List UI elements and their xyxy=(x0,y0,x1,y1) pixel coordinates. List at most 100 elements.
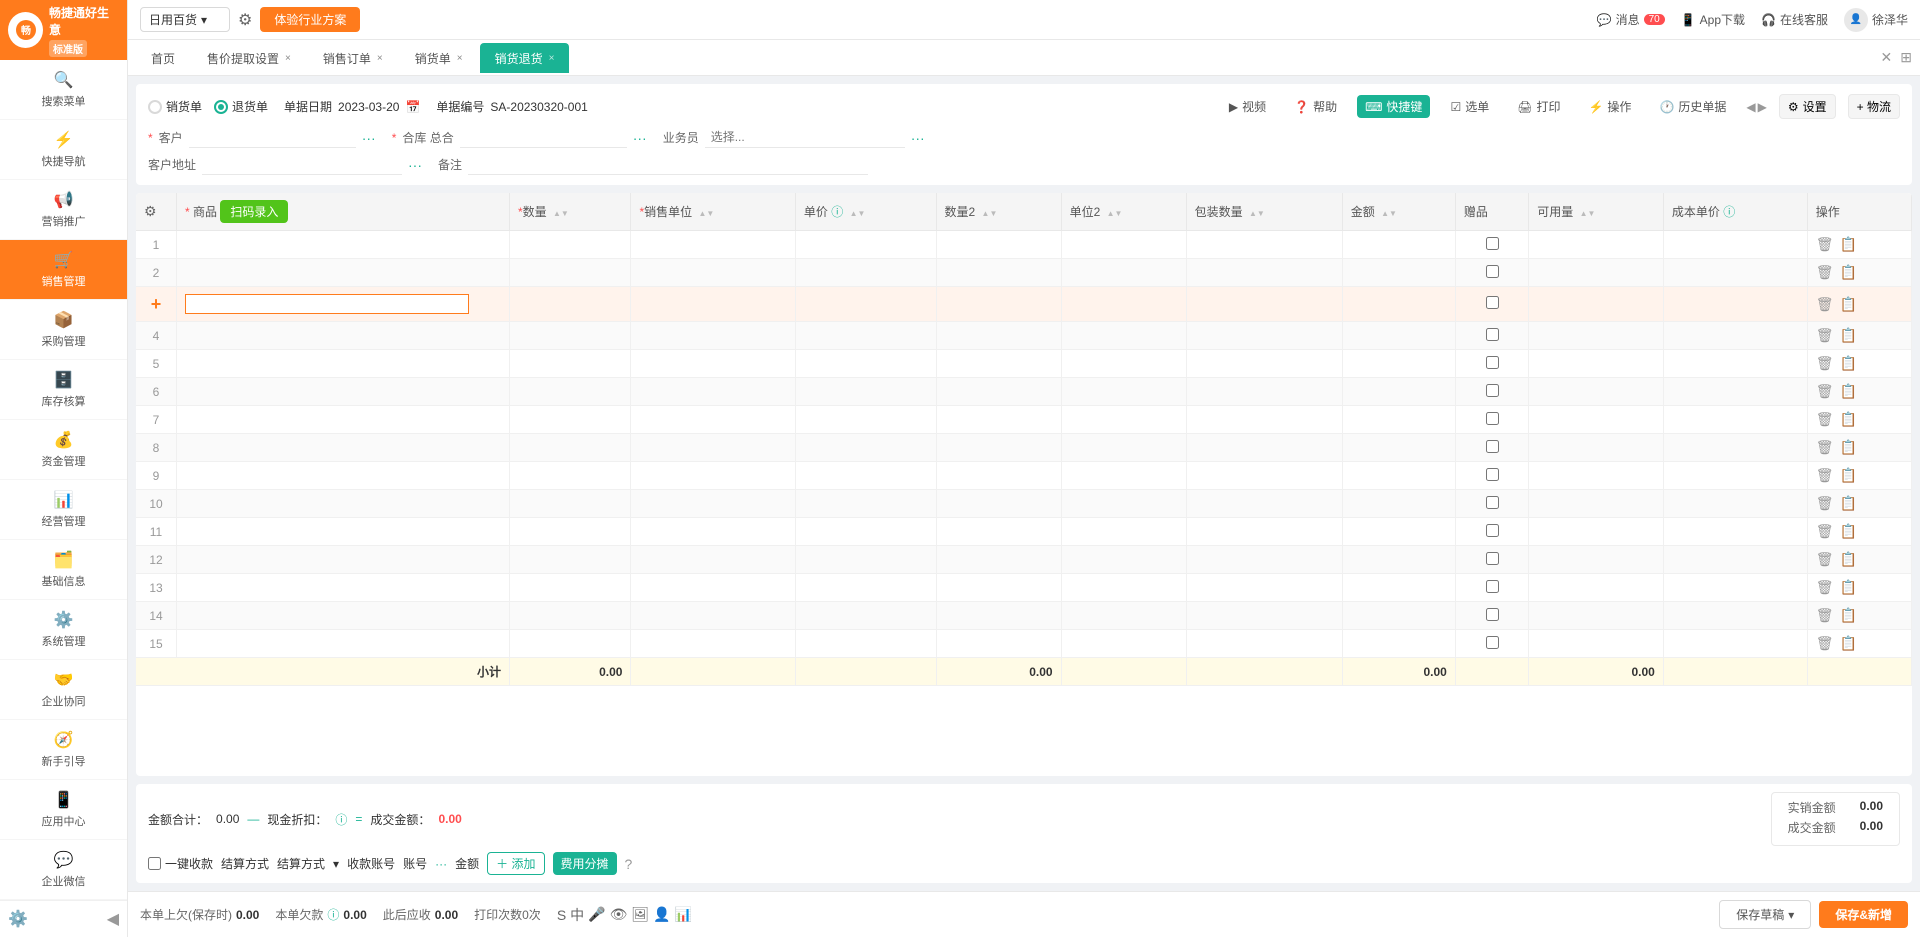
delete-row-button[interactable]: 🗑 xyxy=(1816,635,1834,652)
available-cell[interactable] xyxy=(1529,231,1664,259)
scan-button[interactable]: 扫码录入 xyxy=(220,200,288,223)
qty-cell[interactable] xyxy=(509,434,630,462)
amount-cell[interactable] xyxy=(1342,574,1455,602)
user-menu[interactable]: 👤 徐泽华 xyxy=(1844,8,1908,32)
fee-split-button[interactable]: 费用分摊 xyxy=(553,852,617,875)
unit2-cell[interactable] xyxy=(1061,490,1186,518)
unit2-cell[interactable] xyxy=(1061,350,1186,378)
radio-sales[interactable]: 销货单 xyxy=(148,98,202,115)
sidebar-item-marketing[interactable]: 📢 营销推广 xyxy=(0,180,127,240)
cost-cell[interactable] xyxy=(1663,259,1807,287)
qty2-cell[interactable] xyxy=(936,406,1061,434)
unit-cell[interactable] xyxy=(631,322,795,350)
unit-cell[interactable] xyxy=(631,434,795,462)
delete-row-button[interactable]: 🗑 xyxy=(1816,495,1834,512)
qty2-sort[interactable]: ▲▼ xyxy=(982,209,998,218)
gift-checkbox[interactable] xyxy=(1486,384,1499,397)
product-cell[interactable] xyxy=(177,378,510,406)
packqty-cell[interactable] xyxy=(1186,287,1342,322)
sidebar-item-inventory[interactable]: 🗄️ 库存核算 xyxy=(0,360,127,420)
price-cell[interactable] xyxy=(795,259,936,287)
packqty-cell[interactable] xyxy=(1186,434,1342,462)
sidebar-settings-btn[interactable]: ⚙️ xyxy=(8,909,28,929)
gift-cell[interactable] xyxy=(1455,546,1528,574)
amount-cell[interactable] xyxy=(1342,406,1455,434)
cost-cell[interactable] xyxy=(1663,434,1807,462)
trial-button[interactable]: 体验行业方案 xyxy=(260,7,360,32)
add-row-button[interactable]: + xyxy=(144,292,168,316)
unit-cell[interactable] xyxy=(631,287,795,322)
unit-cell[interactable] xyxy=(631,602,795,630)
copy-row-button[interactable]: 📋 xyxy=(1839,411,1856,428)
copy-row-button[interactable]: 📋 xyxy=(1839,264,1856,281)
available-cell[interactable] xyxy=(1529,574,1664,602)
footer-icon-mic[interactable]: 🎤 xyxy=(588,906,605,923)
qty-cell[interactable] xyxy=(509,322,630,350)
qty-cell[interactable] xyxy=(509,350,630,378)
gift-checkbox[interactable] xyxy=(1486,412,1499,425)
unit-cell[interactable] xyxy=(631,546,795,574)
qty-cell[interactable] xyxy=(509,259,630,287)
help-button[interactable]: ❓ 帮助 xyxy=(1286,95,1345,118)
qty-cell[interactable] xyxy=(509,602,630,630)
gift-cell[interactable] xyxy=(1455,406,1528,434)
delete-row-button[interactable]: 🗑 xyxy=(1816,439,1834,456)
sidebar-item-search[interactable]: 🔍 搜索菜单 xyxy=(0,60,127,120)
amount-sort[interactable]: ▲▼ xyxy=(1381,209,1397,218)
gift-checkbox[interactable] xyxy=(1486,328,1499,341)
copy-row-button[interactable]: 📋 xyxy=(1839,607,1856,624)
qty2-cell[interactable] xyxy=(936,231,1061,259)
delete-row-button[interactable]: 🗑 xyxy=(1816,523,1834,540)
question-mark-button[interactable]: ? xyxy=(625,856,633,872)
unit2-cell[interactable] xyxy=(1061,602,1186,630)
qty2-cell[interactable] xyxy=(936,287,1061,322)
footer-icon-eye[interactable]: 👁 xyxy=(610,906,628,923)
product-cell[interactable] xyxy=(177,322,510,350)
gift-cell[interactable] xyxy=(1455,322,1528,350)
tab-price-settings[interactable]: 售价提取设置 × xyxy=(192,43,306,73)
price-cell[interactable] xyxy=(795,434,936,462)
calendar-icon[interactable]: 📅 xyxy=(405,100,420,114)
delete-row-button[interactable]: 🗑 xyxy=(1816,607,1834,624)
price-cell[interactable] xyxy=(795,574,936,602)
qty2-cell[interactable] xyxy=(936,259,1061,287)
delete-row-button[interactable]: 🗑 xyxy=(1816,579,1834,596)
maximize-tab-button[interactable]: ⊞ xyxy=(1900,49,1912,66)
qty2-cell[interactable] xyxy=(936,574,1061,602)
gift-checkbox[interactable] xyxy=(1486,296,1499,309)
gift-cell[interactable] xyxy=(1455,462,1528,490)
unit-cell[interactable] xyxy=(631,350,795,378)
one-key-checkbox[interactable] xyxy=(148,857,161,870)
pack-sort[interactable]: ▲▼ xyxy=(1249,209,1265,218)
qty2-cell[interactable] xyxy=(936,602,1061,630)
amount-cell[interactable] xyxy=(1342,350,1455,378)
sidebar-item-enterprise[interactable]: 🤝 企业协同 xyxy=(0,660,127,720)
price-cell[interactable] xyxy=(795,231,936,259)
gift-checkbox[interactable] xyxy=(1486,468,1499,481)
cost-cell[interactable] xyxy=(1663,602,1807,630)
copy-row-button[interactable]: 📋 xyxy=(1839,236,1856,253)
gift-cell[interactable] xyxy=(1455,378,1528,406)
amount-cell[interactable] xyxy=(1342,434,1455,462)
price-cell[interactable] xyxy=(795,378,936,406)
account-dots[interactable]: ··· xyxy=(435,857,447,871)
packqty-cell[interactable] xyxy=(1186,378,1342,406)
product-cell[interactable] xyxy=(177,231,510,259)
copy-row-button[interactable]: 📋 xyxy=(1839,551,1856,568)
sidebar-item-basic[interactable]: 🗂️ 基础信息 xyxy=(0,540,127,600)
gift-cell[interactable] xyxy=(1455,231,1528,259)
delete-row-button[interactable]: 🗑 xyxy=(1816,264,1834,281)
unit2-cell[interactable] xyxy=(1061,231,1186,259)
amount-cell[interactable] xyxy=(1342,602,1455,630)
unit-cell[interactable] xyxy=(631,462,795,490)
unit2-cell[interactable] xyxy=(1061,322,1186,350)
price-cell[interactable] xyxy=(795,350,936,378)
gift-cell[interactable] xyxy=(1455,350,1528,378)
qty-cell[interactable] xyxy=(509,462,630,490)
copy-row-button[interactable]: 📋 xyxy=(1839,635,1856,652)
gift-checkbox[interactable] xyxy=(1486,496,1499,509)
gift-cell[interactable] xyxy=(1455,630,1528,658)
close-icon[interactable]: × xyxy=(457,53,463,64)
cost-cell[interactable] xyxy=(1663,574,1807,602)
unit-cell[interactable] xyxy=(631,518,795,546)
